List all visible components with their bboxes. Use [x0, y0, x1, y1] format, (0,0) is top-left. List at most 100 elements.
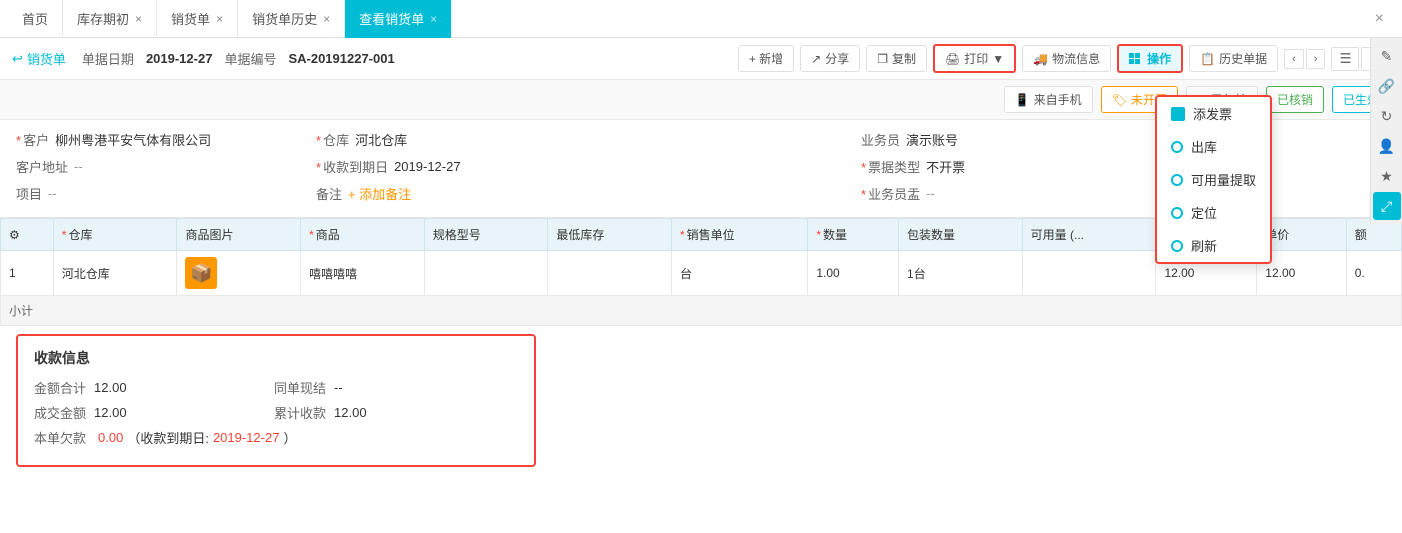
add-note-button[interactable]: + 添加备注 — [348, 184, 411, 203]
grid-icon — [1129, 53, 1143, 64]
staff-value: 演示账号 — [906, 130, 958, 149]
close-view-sales[interactable]: × — [430, 12, 437, 26]
project-label: 项目 — [16, 184, 42, 203]
dropdown-add-invoice[interactable]: 添发票 — [1157, 97, 1270, 130]
same-order-label: 同单现结 — [274, 378, 326, 397]
close-sales-order[interactable]: × — [216, 12, 223, 26]
same-order-value: -- — [334, 380, 343, 395]
col-pack-qty: 包装数量 — [899, 219, 1023, 251]
owed-field: 本单欠款 0.00 （收款到期日: 2019-12-27 ） — [34, 428, 296, 447]
truck-icon: 🚚 — [1033, 52, 1048, 66]
doc-type-icon: ↩ 销货单 — [12, 49, 66, 68]
cell-sales-unit: 台 — [672, 251, 808, 296]
tab-inventory-init[interactable]: 库存期初 × — [63, 0, 157, 38]
owed-value: 0.00 — [98, 430, 123, 445]
history-icon: 📋 — [1200, 52, 1215, 66]
nav-arrows: ‹ › — [1284, 49, 1325, 69]
col-quantity: *数量 — [808, 219, 899, 251]
col-settings[interactable]: ⚙ — [1, 219, 54, 251]
warehouse-label: 仓库 — [316, 130, 349, 149]
star-sidebar-icon[interactable]: ★ — [1373, 162, 1401, 190]
copy-icon: ❐ — [877, 52, 888, 66]
col-warehouse: *仓库 — [53, 219, 177, 251]
dropdown-locate[interactable]: 定位 — [1157, 196, 1270, 229]
cumulative-label: 累计收款 — [274, 403, 326, 422]
tab-sales-history[interactable]: 销货单历史 × — [238, 0, 345, 38]
address-value: -- — [74, 159, 83, 174]
number-value: SA-20191227-001 — [288, 51, 394, 66]
dropdown-refresh[interactable]: 刷新 — [1157, 229, 1270, 262]
payment-date-field: 收款到期日 2019-12-27 — [316, 157, 841, 176]
operate-dropdown: 添发票 出库 可用量提取 定位 刷新 — [1155, 95, 1272, 264]
tab-bar: 首页 库存期初 × 销货单 × 销货单历史 × 查看销货单 × × — [0, 0, 1402, 38]
window-close-button[interactable]: × — [1365, 10, 1394, 28]
col-min-stock: 最低库存 — [548, 219, 672, 251]
copy-button[interactable]: ❐ 复制 — [866, 45, 927, 72]
deal-amount-value: 12.00 — [94, 405, 127, 420]
ticket-type-value: 不开票 — [926, 157, 965, 176]
operate-button[interactable]: 操作 — [1117, 44, 1183, 73]
user-sidebar-icon[interactable]: 👤 — [1373, 132, 1401, 160]
payment-row-2: 成交金额 12.00 累计收款 12.00 — [34, 403, 518, 422]
dropdown-out-warehouse[interactable]: 出库 — [1157, 130, 1270, 163]
edit-sidebar-icon[interactable]: ✎ — [1373, 42, 1401, 70]
invoice-icon — [1171, 107, 1185, 121]
logistics-button[interactable]: 🚚 物流信息 — [1022, 45, 1111, 72]
same-order-field: 同单现结 -- — [274, 378, 474, 397]
owed-date: 2019-12-27 — [213, 430, 280, 445]
print-button[interactable]: 🖨 打印 ▼ — [933, 44, 1016, 73]
voided-button[interactable]: 已核销 — [1266, 86, 1324, 113]
close-sales-history[interactable]: × — [323, 12, 330, 26]
payment-row-1: 金额合计 12.00 同单现结 -- — [34, 378, 518, 397]
prev-arrow[interactable]: ‹ — [1284, 49, 1304, 69]
staff-label: 业务员 — [861, 130, 900, 149]
note-field: 备注 + 添加备注 — [316, 184, 841, 203]
cumulative-field: 累计收款 12.00 — [274, 403, 474, 422]
print-icon: 🖨 — [945, 52, 960, 66]
right-sidebar: ✎ 🔗 ↻ 👤 ★ ⤢ — [1370, 38, 1402, 224]
cell-product: 嘻嘻嘻嘻 — [301, 251, 425, 296]
tab-view-sales[interactable]: 查看销货单 × — [345, 0, 452, 38]
project-field: 项目 -- — [16, 184, 296, 203]
tab-sales-order[interactable]: 销货单 × — [157, 0, 238, 38]
total-amount-label: 金额合计 — [34, 378, 86, 397]
cell-row-num: 1 — [1, 251, 54, 296]
add-button[interactable]: + 新增 — [738, 45, 794, 72]
link-sidebar-icon[interactable]: 🔗 — [1373, 72, 1401, 100]
col-product: *商品 — [301, 219, 425, 251]
payment-date-label: 收款到期日 — [316, 157, 388, 176]
list-view-button[interactable]: ☰ — [1331, 47, 1359, 71]
payment-row-3: 本单欠款 0.00 （收款到期日: 2019-12-27 ） — [34, 428, 518, 447]
refresh-sidebar-icon[interactable]: ↻ — [1373, 102, 1401, 130]
history-button[interactable]: 📋 历史单据 — [1189, 45, 1278, 72]
cell-spec — [424, 251, 548, 296]
salesperson-value: -- — [926, 186, 935, 201]
date-value: 2019-12-27 — [146, 51, 213, 66]
customer-label: 客户 — [16, 130, 49, 149]
ticket-type-field: 票据类型 不开票 — [861, 157, 1386, 176]
warehouse-field: 仓库 河北仓库 — [316, 130, 841, 149]
deal-amount-label: 成交金额 — [34, 403, 86, 422]
from-phone-button[interactable]: 📱 来自手机 — [1004, 86, 1093, 113]
col-available: 可用量 (... — [1022, 219, 1156, 251]
cell-pack-qty: 1台 — [899, 251, 1023, 296]
share-icon: ↗ — [811, 52, 821, 66]
note-label: 备注 — [316, 184, 342, 203]
dropdown-available-qty[interactable]: 可用量提取 — [1157, 163, 1270, 196]
cell-amount: 0. — [1346, 251, 1401, 296]
project-value: -- — [48, 186, 57, 201]
doc-meta: 单据日期 2019-12-27 单据编号 SA-20191227-001 — [82, 49, 395, 68]
deal-amount-field: 成交金额 12.00 — [34, 403, 234, 422]
total-amount-value: 12.00 — [94, 380, 127, 395]
next-arrow[interactable]: › — [1306, 49, 1326, 69]
expand-sidebar-icon[interactable]: ⤢ — [1373, 192, 1401, 220]
cell-product-img: 📦 — [177, 251, 301, 296]
tab-home[interactable]: 首页 — [8, 0, 63, 38]
subtotal-label: 小计 — [1, 296, 1402, 326]
cell-available — [1022, 251, 1156, 296]
share-button[interactable]: ↗ 分享 — [800, 45, 860, 72]
table-section: ⚙ *仓库 商品图片 *商品 规格型号 最低库存 *销售单位 *数量 包装数量 … — [0, 218, 1402, 533]
available-qty-icon — [1171, 174, 1183, 186]
close-inventory-init[interactable]: × — [135, 12, 142, 26]
payment-date-value: 2019-12-27 — [394, 159, 461, 174]
